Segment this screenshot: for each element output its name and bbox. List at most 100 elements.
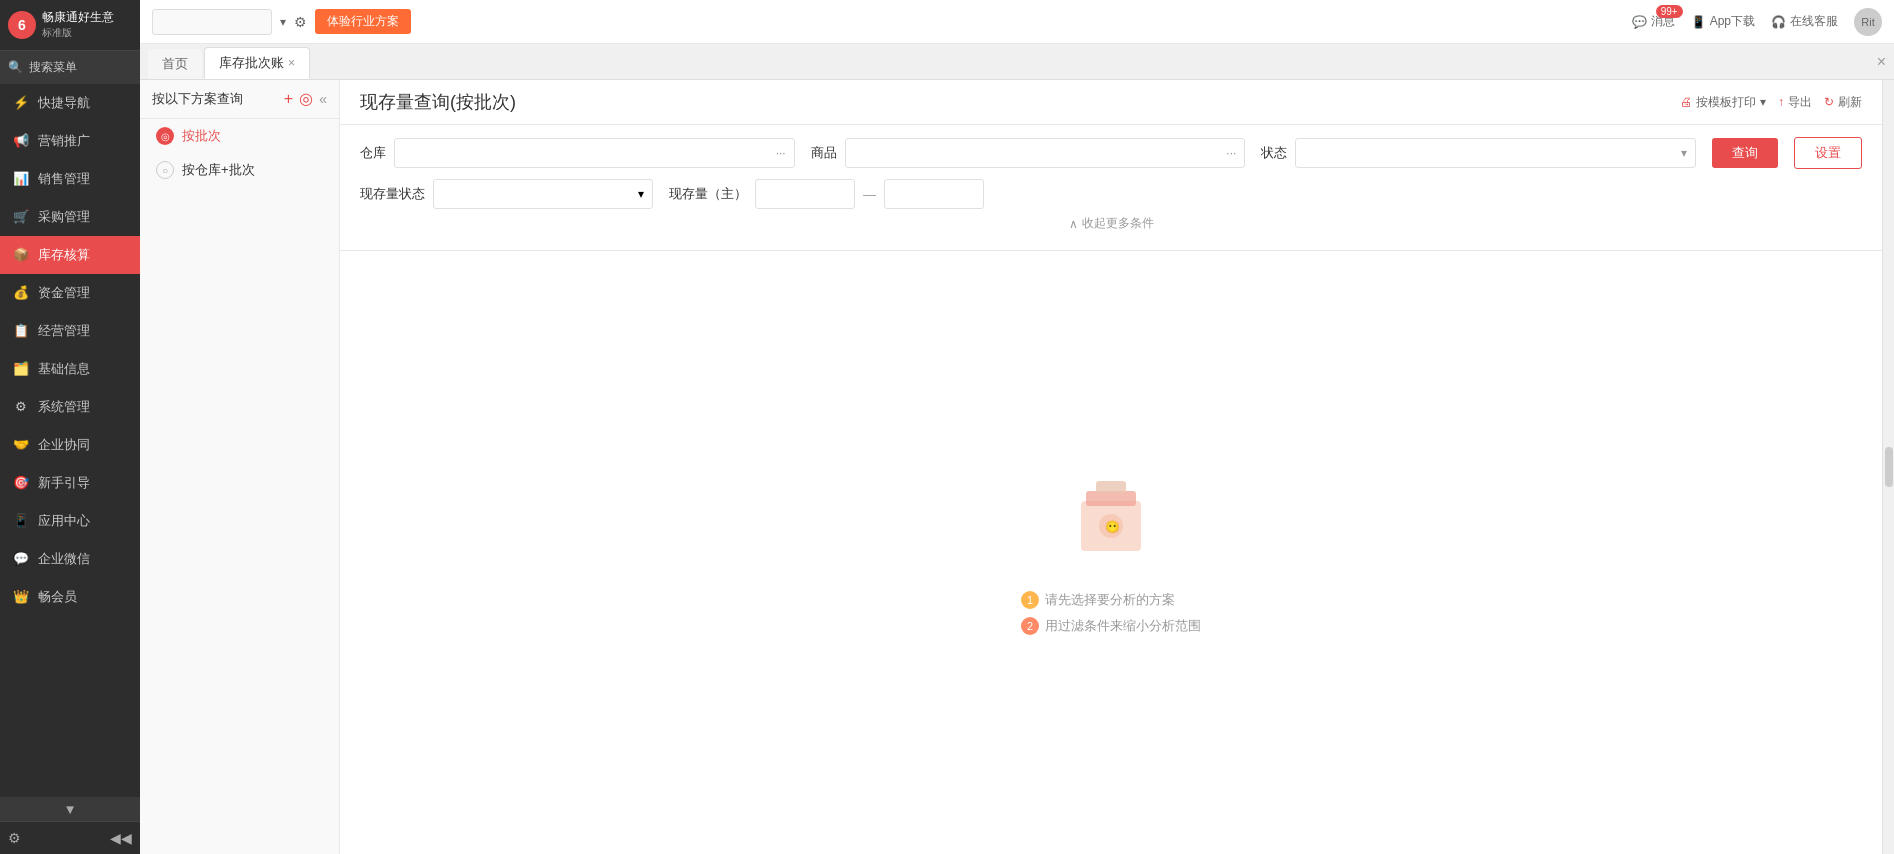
app-download-btn[interactable]: 📱 App下载	[1691, 13, 1755, 30]
quick-nav-label: 快捷导航	[38, 94, 90, 112]
sidebar-item-operations[interactable]: 📋 经营管理	[0, 312, 140, 350]
tip-num-2: 2	[1021, 617, 1039, 635]
settings-button[interactable]: 设置	[1794, 137, 1862, 169]
basics-icon: 🗂️	[12, 360, 30, 378]
export-btn[interactable]: ↑ 导出	[1778, 94, 1812, 111]
operations-icon: 📋	[12, 322, 30, 340]
sidebar-scroll-down[interactable]: ▼	[0, 797, 140, 821]
wechat-label: 企业微信	[38, 550, 90, 568]
quantity-separator: —	[859, 187, 880, 202]
sidebar-item-basics[interactable]: 🗂️ 基础信息	[0, 350, 140, 388]
finance-icon: 💰	[12, 284, 30, 302]
product-more-icon: ···	[1226, 146, 1236, 160]
tip-text-1: 请先选择要分析的方案	[1045, 591, 1175, 609]
basics-label: 基础信息	[38, 360, 90, 378]
sidebar-item-marketing[interactable]: 📢 营销推广	[0, 122, 140, 160]
print-dropdown-icon[interactable]: ▾	[1760, 95, 1766, 109]
empty-tip-2: 2 用过滤条件来缩小分析范围	[1021, 617, 1201, 635]
empty-illustration: 😶	[1061, 471, 1161, 571]
inventory-status-select[interactable]: ▾	[433, 179, 653, 209]
sidebar-item-apps[interactable]: 📱 应用中心	[0, 502, 140, 540]
scheme-warehouse-batch-label: 按仓库+批次	[182, 161, 255, 179]
sidebar-item-quick-nav[interactable]: ⚡ 快捷导航	[0, 84, 140, 122]
scheme-settings-icon[interactable]: ◎	[299, 91, 313, 107]
sidebar-item-sales[interactable]: 📊 销售管理	[0, 160, 140, 198]
topbar-dropdown-icon[interactable]: ▾	[280, 15, 286, 29]
quick-nav-icon: ⚡	[12, 94, 30, 112]
app-version: 标准版	[42, 26, 114, 40]
collapse-sidebar-icon[interactable]: ◀◀	[110, 830, 132, 846]
empty-tips: 1 请先选择要分析的方案 2 用过滤条件来缩小分析范围	[1021, 591, 1201, 635]
sidebar-item-member[interactable]: 👑 畅会员	[0, 578, 140, 616]
filter-row-1: 仓库 ··· 商品 ···	[360, 137, 1862, 169]
app-info: 畅康通好生意 标准版	[42, 10, 114, 40]
warehouse-input[interactable]: ···	[394, 138, 795, 168]
company-name: 畅康通好生意	[42, 10, 114, 26]
sidebar-item-purchase[interactable]: 🛒 采购管理	[0, 198, 140, 236]
right-scrollbar[interactable]	[1882, 80, 1894, 854]
industry-btn[interactable]: 体验行业方案	[315, 9, 411, 34]
sidebar-item-enterprise[interactable]: 🤝 企业协同	[0, 426, 140, 464]
scheme-active-icon: ◎	[156, 127, 174, 145]
marketing-label: 营销推广	[38, 132, 90, 150]
scheme-batch-label: 按批次	[182, 127, 221, 145]
search-menu-label: 搜索菜单	[29, 59, 77, 76]
search-menu-item[interactable]: 🔍 搜索菜单	[0, 51, 140, 84]
member-icon: 👑	[12, 588, 30, 606]
collapse-panel-icon[interactable]: «	[319, 91, 327, 107]
online-support-btn[interactable]: 🎧 在线客服	[1771, 13, 1838, 30]
sidebar-item-system[interactable]: ⚙ 系统管理	[0, 388, 140, 426]
query-button[interactable]: 查询	[1712, 138, 1778, 168]
system-icon: ⚙	[12, 398, 30, 416]
scheme-panel-actions: + ◎ «	[284, 91, 327, 107]
tab-home[interactable]: 首页	[148, 49, 202, 79]
scheme-inactive-icon: ○	[156, 161, 174, 179]
refresh-btn[interactable]: ↻ 刷新	[1824, 94, 1862, 111]
scheme-item-batch[interactable]: ◎ 按批次	[140, 119, 339, 153]
user-avatar[interactable]: Rit	[1854, 8, 1882, 36]
topbar-search-input[interactable]	[152, 9, 272, 35]
add-scheme-icon[interactable]: +	[284, 91, 293, 107]
scheme-item-warehouse-batch[interactable]: ○ 按仓库+批次	[140, 153, 339, 187]
sidebar-item-wechat[interactable]: 💬 企业微信	[0, 540, 140, 578]
status-filter: 状态 ▾	[1261, 138, 1696, 168]
message-btn[interactable]: 💬 消息 99+	[1632, 13, 1675, 30]
inventory-icon: 📦	[12, 246, 30, 264]
purchase-label: 采购管理	[38, 208, 90, 226]
close-all-tabs-icon[interactable]: ×	[1877, 53, 1886, 71]
inventory-status-label: 现存量状态	[360, 185, 425, 203]
online-support-label: 在线客服	[1790, 13, 1838, 30]
app-download-label: App下载	[1710, 13, 1755, 30]
tip-text-2: 用过滤条件来缩小分析范围	[1045, 617, 1201, 635]
quantity-min-input[interactable]	[755, 179, 855, 209]
topbar: ▾ ⚙ 体验行业方案 💬 消息 99+ 📱 App下载 🎧 在线客服	[140, 0, 1894, 44]
product-input[interactable]: ···	[845, 138, 1246, 168]
settings-icon[interactable]: ⚙	[8, 830, 21, 846]
newbie-label: 新手引导	[38, 474, 90, 492]
sidebar-footer: ⚙ ◀◀	[0, 821, 140, 854]
page-header: 现存量查询(按批次) 🖨 按模板打印 ▾ ↑ 导出 ↻	[340, 80, 1882, 125]
status-select[interactable]: ▾	[1295, 138, 1696, 168]
quantity-label: 现存量（主）	[669, 185, 747, 203]
sidebar-item-newbie[interactable]: 🎯 新手引导	[0, 464, 140, 502]
scheme-panel-title: 按以下方案查询	[152, 90, 243, 108]
operations-label: 经营管理	[38, 322, 90, 340]
empty-state: 😶 1 请先选择要分析的方案 2 用过滤条件来缩小分析范围	[340, 251, 1882, 854]
sidebar-item-finance[interactable]: 💰 资金管理	[0, 274, 140, 312]
quantity-filter: 现存量（主） —	[669, 179, 984, 209]
sidebar-item-inventory[interactable]: 📦 库存核算	[0, 236, 140, 274]
export-btn-label: 导出	[1788, 94, 1812, 111]
tab-home-label: 首页	[162, 55, 188, 73]
inventory-status-dropdown-icon: ▾	[638, 187, 644, 201]
main-area: ▾ ⚙ 体验行业方案 💬 消息 99+ 📱 App下载 🎧 在线客服	[140, 0, 1894, 854]
tab-close-icon[interactable]: ×	[288, 57, 295, 69]
tab-inventory-batch-label: 库存批次账	[219, 54, 284, 72]
print-btn[interactable]: 🖨 按模板打印 ▾	[1680, 94, 1766, 111]
product-label: 商品	[811, 144, 837, 162]
scheme-panel-header: 按以下方案查询 + ◎ «	[140, 80, 339, 119]
quantity-max-input[interactable]	[884, 179, 984, 209]
search-icon: 🔍	[8, 60, 23, 74]
collapse-more-btn[interactable]: ∧ 收起更多条件	[360, 209, 1862, 238]
tab-inventory-batch[interactable]: 库存批次账 ×	[204, 47, 310, 79]
topbar-gear-icon[interactable]: ⚙	[294, 14, 307, 30]
